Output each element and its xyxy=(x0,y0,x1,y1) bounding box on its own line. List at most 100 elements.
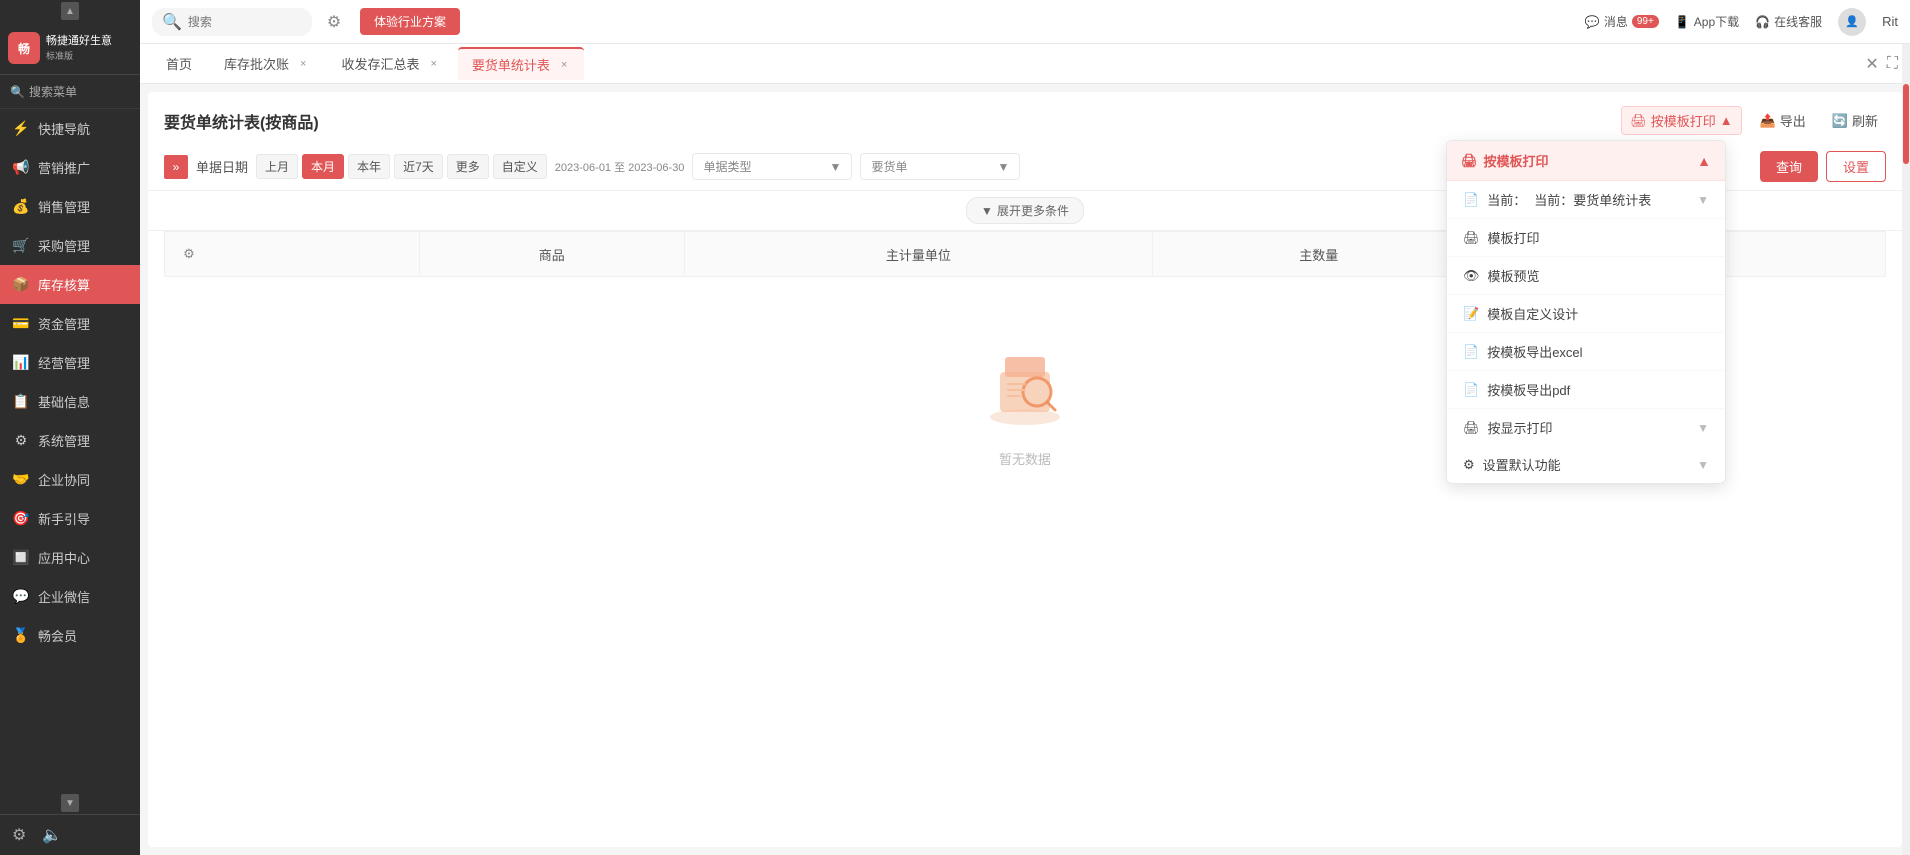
message-button[interactable]: 💬 消息 99+ xyxy=(1585,13,1659,30)
sidebar-item-quick-nav[interactable]: ⚡ 快捷导航 xyxy=(0,109,140,148)
table-col-settings[interactable]: ⚙ xyxy=(165,232,420,277)
sidebar-bottom: ⚙ 🔈 xyxy=(0,814,140,855)
sidebar-nav: ⚡ 快捷导航 📢 营销推广 💰 销售管理 🛒 采购管理 📦 库存核算 💳 资金管… xyxy=(0,109,140,792)
sidebar-scroll-up[interactable]: ▲ xyxy=(61,2,79,20)
tabs-close-icon[interactable]: ✕ xyxy=(1865,54,1878,74)
trial-industry-button[interactable]: 体验行业方案 xyxy=(360,8,460,35)
print-dropdown-print-icon: 🖨 xyxy=(1461,153,1478,169)
sidebar-item-inventory[interactable]: 📦 库存核算 xyxy=(0,265,140,304)
expand-more-button[interactable]: ▼ 展开更多条件 xyxy=(966,197,1084,224)
template-print-item[interactable]: 🖨 模板打印 xyxy=(1447,219,1725,257)
tab-home-label: 首页 xyxy=(166,54,192,73)
tab-home[interactable]: 首页 xyxy=(152,48,206,79)
filter-expand-button[interactable]: » xyxy=(164,155,188,179)
template-print-label: 模板打印 xyxy=(1488,228,1540,247)
query-button[interactable]: 查询 xyxy=(1760,151,1818,182)
template-export-excel-item[interactable]: 📄 按模板导出excel xyxy=(1447,333,1725,371)
date-filter-group: 上月 本月 本年 近7天 更多 自定义 2023-06-01 至 2023-06… xyxy=(256,154,684,179)
page-title: 要货单统计表(按商品) xyxy=(164,109,319,133)
empty-state-message: 暂无数据 xyxy=(999,449,1051,468)
app-download-button[interactable]: 📱 App下载 xyxy=(1675,13,1739,30)
service-icon: 🎧 xyxy=(1755,15,1770,29)
requisition-select[interactable]: 要货单 ▼ xyxy=(860,153,1020,180)
app-logo-icon: 畅 xyxy=(8,32,40,64)
sidebar-search-label: 搜索菜单 xyxy=(29,83,77,100)
table-col-quantity: 主数量 xyxy=(1152,232,1485,277)
date-btn-more[interactable]: 更多 xyxy=(447,154,489,179)
tab-receipts-summary[interactable]: 收发存汇总表 × xyxy=(327,48,453,79)
user-avatar[interactable]: 👤 xyxy=(1838,8,1866,36)
tab-requisition-stats-close[interactable]: × xyxy=(558,58,570,72)
date-btn-prev-month[interactable]: 上月 xyxy=(256,154,298,179)
sidebar-search[interactable]: 🔍 搜索菜单 xyxy=(0,75,140,109)
app-download-label: App下载 xyxy=(1694,13,1739,30)
sidebar-item-member[interactable]: 🏅 畅会员 xyxy=(0,616,140,655)
topbar-gear-icon[interactable]: ⚙ xyxy=(320,8,348,36)
export-pdf-icon: 📄 xyxy=(1463,382,1479,398)
sidebar-item-collab[interactable]: 🤝 企业协同 xyxy=(0,460,140,499)
tab-inventory-batch[interactable]: 库存批次账 × xyxy=(210,48,323,79)
template-export-pdf-item[interactable]: 📄 按模板导出pdf xyxy=(1447,371,1725,409)
tab-receipts-summary-close[interactable]: × xyxy=(427,57,439,71)
template-preview-item[interactable]: 👁 模板预览 xyxy=(1447,257,1725,295)
date-btn-last-7days[interactable]: 近7天 xyxy=(394,154,443,179)
scrollbar-thumb[interactable] xyxy=(1903,84,1909,164)
doc-type-select[interactable]: 单据类型 ▼ xyxy=(692,153,852,180)
table-settings-icon[interactable]: ⚙ xyxy=(177,242,201,266)
settings-button[interactable]: 设置 xyxy=(1826,151,1886,182)
system-icon: ⚙ xyxy=(12,432,30,450)
sound-icon[interactable]: 🔈 xyxy=(42,825,62,845)
download-icon: 📱 xyxy=(1675,15,1690,29)
tab-inventory-batch-close[interactable]: × xyxy=(297,57,309,71)
sidebar-item-label: 新手引导 xyxy=(38,509,90,528)
sidebar-item-operation[interactable]: 📊 经营管理 xyxy=(0,343,140,382)
topbar-search-box[interactable]: 🔍 xyxy=(152,8,312,36)
template-custom-item[interactable]: 📝 模板自定义设计 xyxy=(1447,295,1725,333)
print-dropdown-header: 🖨 按模板打印 ▲ xyxy=(1447,141,1725,181)
export-button[interactable]: 📤 导出 xyxy=(1752,107,1814,134)
doc-type-label: 单据类型 xyxy=(703,158,751,175)
sidebar-item-guide[interactable]: 🎯 新手引导 xyxy=(0,499,140,538)
customer-service-button[interactable]: 🎧 在线客服 xyxy=(1755,13,1822,30)
template-export-pdf-label: 按模板导出pdf xyxy=(1487,380,1570,399)
page-title-bar: 要货单统计表(按商品) 🖨 按模板打印 ▲ 📤 导出 🔄 刷新 xyxy=(148,92,1902,143)
sidebar-item-wechat[interactable]: 💬 企业微信 xyxy=(0,577,140,616)
date-btn-current-year[interactable]: 本年 xyxy=(348,154,390,179)
template-export-excel-item-left: 📄 按模板导出excel xyxy=(1463,342,1583,361)
print-dropdown-close-button[interactable]: ▲ xyxy=(1697,153,1711,169)
tabs-right-actions: ✕ ⛶ xyxy=(1865,54,1898,74)
purchase-icon: 🛒 xyxy=(12,237,30,255)
sidebar-item-system[interactable]: ⚙ 系统管理 xyxy=(0,421,140,460)
sidebar-item-marketing[interactable]: 📢 营销推广 xyxy=(0,148,140,187)
customer-service-label: 在线客服 xyxy=(1774,13,1822,30)
sidebar-item-basic[interactable]: 📋 基础信息 xyxy=(0,382,140,421)
search-icon: 🔍 xyxy=(10,85,25,99)
right-scrollbar[interactable] xyxy=(1902,44,1910,855)
refresh-button[interactable]: 🔄 刷新 xyxy=(1824,107,1886,134)
sidebar-scroll-down[interactable]: ▼ xyxy=(61,794,79,812)
tabs-bar: 首页 库存批次账 × 收发存汇总表 × 要货单统计表 × ✕ ⛶ xyxy=(140,44,1910,84)
sidebar-item-sales[interactable]: 💰 销售管理 xyxy=(0,187,140,226)
topbar-search-input[interactable] xyxy=(188,15,288,29)
set-default-label: 设置默认功能 xyxy=(1483,455,1561,474)
sidebar-item-finance[interactable]: 💳 资金管理 xyxy=(0,304,140,343)
collab-icon: 🤝 xyxy=(12,471,30,489)
sidebar-item-apps[interactable]: 🔲 应用中心 xyxy=(0,538,140,577)
set-default-item[interactable]: ⚙ 设置默认功能 ▼ xyxy=(1447,446,1725,483)
sidebar-item-purchase[interactable]: 🛒 采购管理 xyxy=(0,226,140,265)
print-by-template-button[interactable]: 🖨 按模板打印 ▲ xyxy=(1621,106,1741,135)
display-print-item[interactable]: 🖨 按显示打印 ▼ xyxy=(1447,409,1725,446)
tab-requisition-stats[interactable]: 要货单统计表 × xyxy=(458,47,584,80)
export-label: 导出 xyxy=(1780,111,1806,130)
settings-bottom-icon[interactable]: ⚙ xyxy=(12,825,26,845)
date-btn-current-month[interactable]: 本月 xyxy=(302,154,344,179)
tabs-expand-icon[interactable]: ⛶ xyxy=(1887,55,1898,73)
chevron-down-icon: ▼ xyxy=(981,204,993,218)
sidebar-item-label: 采购管理 xyxy=(38,236,90,255)
topbar-search-icon: 🔍 xyxy=(162,12,182,32)
sidebar-item-label: 应用中心 xyxy=(38,548,90,567)
date-btn-custom[interactable]: 自定义 xyxy=(493,154,547,179)
template-preview-label: 模板预览 xyxy=(1488,266,1540,285)
print-current-template-item[interactable]: 📄 当前： 当前：要货单统计表 ▼ xyxy=(1447,181,1725,219)
topbar: 🔍 ⚙ 体验行业方案 💬 消息 99+ 📱 App下载 🎧 在线客服 👤 Ri xyxy=(140,0,1910,44)
